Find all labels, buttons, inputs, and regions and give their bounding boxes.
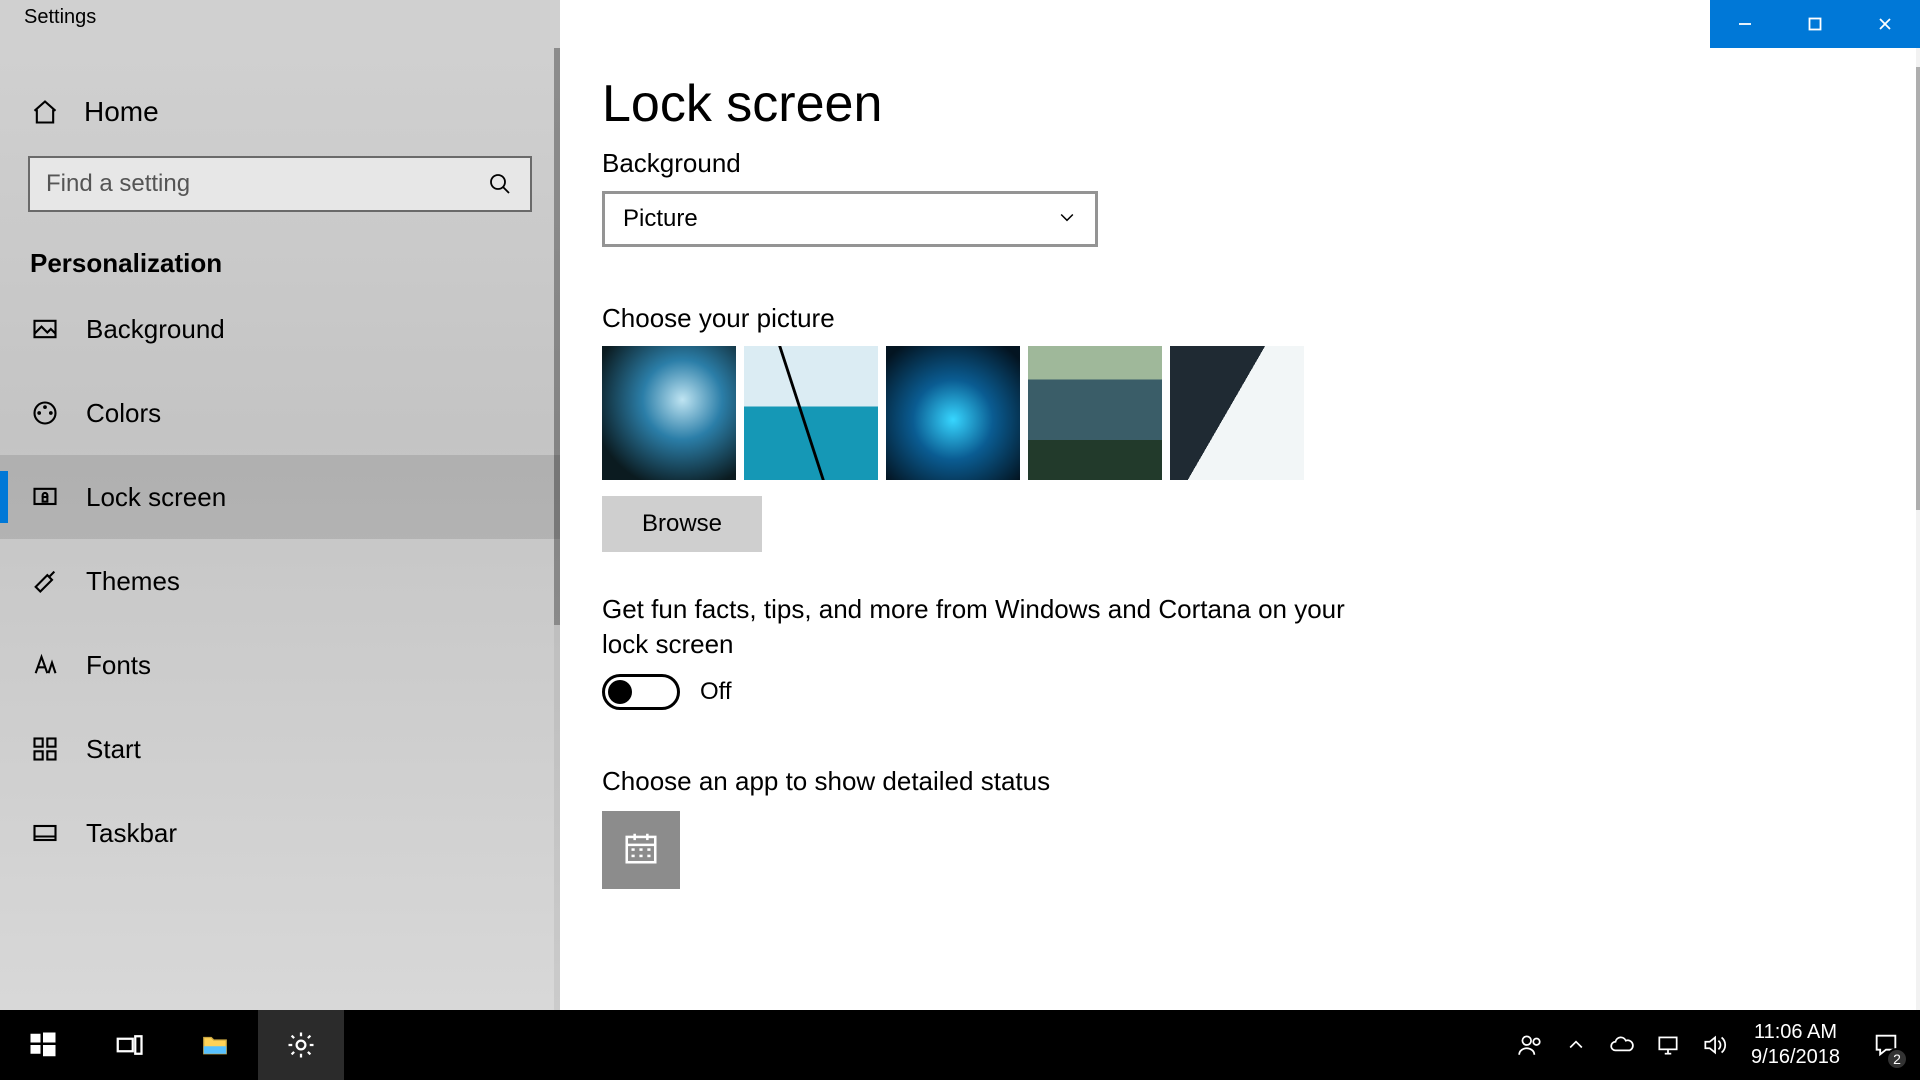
fun-facts-label: Get fun facts, tips, and more from Windo… [602,592,1382,662]
search-icon [486,172,514,196]
tray-people-icon[interactable] [1509,1010,1551,1080]
picture-thumbnail[interactable] [886,346,1020,480]
taskbar-clock-date: 9/16/2018 [1751,1045,1840,1070]
sidebar-item-background[interactable]: Background [0,287,560,371]
sidebar-item-themes[interactable]: Themes [0,539,560,623]
tray-onedrive-icon[interactable] [1601,1010,1643,1080]
content-pane: Lock screen Background Picture Choose yo… [560,48,1920,1010]
calendar-icon [622,829,660,872]
sidebar-item-colors[interactable]: Colors [0,371,560,455]
taskbar-app-file-explorer[interactable] [172,1010,258,1080]
choose-picture-label: Choose your picture [602,303,1878,334]
lock-screen-icon [30,483,60,511]
detailed-status-app-slot[interactable] [602,811,680,889]
action-center-button[interactable]: 2 [1856,1010,1916,1080]
tray-overflow-icon[interactable] [1555,1010,1597,1080]
picture-thumbnail[interactable] [1028,346,1162,480]
taskview-button[interactable] [86,1010,172,1080]
maximize-button[interactable] [1780,0,1850,48]
palette-icon [30,399,60,427]
sidebar-item-label: Colors [86,398,161,429]
content-scrollbar[interactable] [1916,48,1920,1010]
taskbar: 11:06 AM 9/16/2018 2 [0,1010,1920,1080]
start-button[interactable] [0,1010,86,1080]
themes-icon [30,567,60,595]
picture-thumbnail-row [602,346,1878,480]
tray-network-icon[interactable] [1647,1010,1689,1080]
window-title: Settings [0,0,96,29]
sidebar-item-label: Start [86,734,141,765]
sidebar-item-label: Themes [86,566,180,597]
detailed-status-label: Choose an app to show detailed status [602,766,1878,797]
content-scrollbar-thumb[interactable] [1916,67,1920,510]
sidebar-item-label: Fonts [86,650,151,681]
fonts-icon [30,651,60,679]
sidebar-item-lock-screen[interactable]: Lock screen [0,455,560,539]
sidebar: Home Personalization [0,48,560,1010]
home-icon [30,98,60,126]
picture-thumbnail[interactable] [602,346,736,480]
titlebar: Settings [0,0,1920,48]
taskbar-icon [30,819,60,847]
sidebar-item-taskbar[interactable]: Taskbar [0,791,560,875]
background-dropdown-value: Picture [623,205,698,233]
taskbar-clock[interactable]: 11:06 AM 9/16/2018 [1739,1020,1852,1070]
sidebar-item-start[interactable]: Start [0,707,560,791]
window-controls [1710,0,1920,48]
search-input[interactable] [46,170,486,198]
close-button[interactable] [1850,0,1920,48]
tray-volume-icon[interactable] [1693,1010,1735,1080]
sidebar-item-label: Lock screen [86,482,226,513]
sidebar-item-label: Background [86,314,225,345]
taskbar-clock-time: 11:06 AM [1751,1020,1840,1045]
chevron-down-icon [1057,207,1077,232]
page-title: Lock screen [602,74,1878,134]
fun-facts-toggle-state: Off [700,678,732,706]
notification-badge: 2 [1886,1048,1908,1070]
sidebar-category-header: Personalization [0,212,560,287]
minimize-button[interactable] [1710,0,1780,48]
background-dropdown[interactable]: Picture [602,191,1098,247]
fun-facts-toggle[interactable] [602,674,680,710]
browse-button[interactable]: Browse [602,496,762,552]
sidebar-item-fonts[interactable]: Fonts [0,623,560,707]
sidebar-item-label: Taskbar [86,818,177,849]
sidebar-home[interactable]: Home [0,72,560,152]
picture-thumbnail[interactable] [1170,346,1304,480]
toggle-knob [608,680,632,704]
picture-icon [30,315,60,343]
background-section-label: Background [602,148,1878,179]
search-input-container[interactable] [28,156,532,212]
picture-thumbnail[interactable] [744,346,878,480]
sidebar-home-label: Home [84,96,159,128]
start-tiles-icon [30,735,60,763]
taskbar-app-settings[interactable] [258,1010,344,1080]
